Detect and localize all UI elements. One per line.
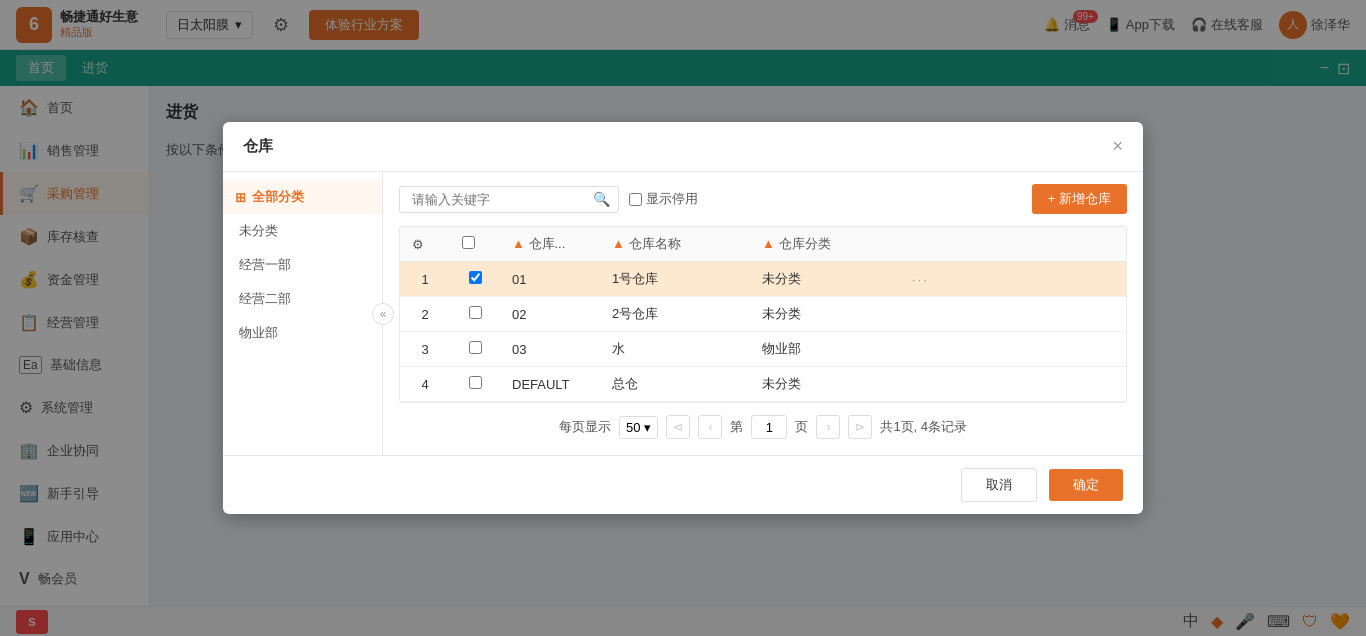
grid-icon: ⊞ xyxy=(235,190,246,205)
row-actions-2[interactable] xyxy=(900,332,1126,367)
last-page-button[interactable]: ⊳ xyxy=(848,415,872,439)
confirm-button[interactable]: 确定 xyxy=(1049,469,1123,501)
category-sidebar: ⊞ 全部分类 未分类 经营一部 经营二部 物业部 « xyxy=(223,172,383,455)
search-box: 🔍 xyxy=(399,186,619,213)
col-checkbox xyxy=(450,227,500,262)
collapse-sidebar-button[interactable]: « xyxy=(372,303,394,325)
row-code-0: 01 xyxy=(500,262,600,297)
modal-overlay: 仓库 × ⊞ 全部分类 未分类 经营一部 经营二部 xyxy=(0,0,1366,636)
row-code-1: 02 xyxy=(500,297,600,332)
prev-page-button[interactable]: ‹ xyxy=(698,415,722,439)
category-item-property[interactable]: 物业部 xyxy=(223,316,382,350)
col-name-header: ▲ 仓库名称 xyxy=(600,227,750,262)
page-total-info: 共1页, 4条记录 xyxy=(880,418,967,436)
row-category-3: 未分类 xyxy=(750,367,900,402)
row-actions-3[interactable] xyxy=(900,367,1126,402)
modal-pagination: 每页显示 50 ▾ ⊲ ‹ 第 页 › ⊳ 共1页, 4条记录 xyxy=(399,403,1127,443)
category-item-unclassified[interactable]: 未分类 xyxy=(223,214,382,248)
warehouse-modal: 仓库 × ⊞ 全部分类 未分类 经营一部 经营二部 xyxy=(223,122,1143,514)
col-actions-header xyxy=(900,227,1126,262)
next-page-button[interactable]: › xyxy=(816,415,840,439)
cancel-button[interactable]: 取消 xyxy=(961,468,1037,502)
warehouse-table: ⚙ ▲ 仓库... ▲ xyxy=(399,226,1127,403)
row-name-3: 总仓 xyxy=(600,367,750,402)
page-prefix-label: 第 xyxy=(730,418,743,436)
col-category-header: ▲ 仓库分类 xyxy=(750,227,900,262)
row-checkbox-3[interactable] xyxy=(450,367,500,402)
modal-toolbar: 🔍 显示停用 + 新增仓库 xyxy=(399,184,1127,214)
row-name-2: 水 xyxy=(600,332,750,367)
row-actions-0[interactable]: ··· xyxy=(900,262,1126,297)
per-page-dropdown-icon: ▾ xyxy=(644,420,651,435)
first-page-button[interactable]: ⊲ xyxy=(666,415,690,439)
show-disabled-label[interactable]: 显示停用 xyxy=(629,190,698,208)
modal-close-button[interactable]: × xyxy=(1112,136,1123,157)
category-item-ops1[interactable]: 经营一部 xyxy=(223,248,382,282)
row-checkbox-2[interactable] xyxy=(450,332,500,367)
col-code-header: ▲ 仓库... xyxy=(500,227,600,262)
table-row: 1 01 1号仓库 未分类 ··· xyxy=(400,262,1126,297)
col-gear: ⚙ xyxy=(400,227,450,262)
row-num-1: 2 xyxy=(400,297,450,332)
show-disabled-checkbox[interactable] xyxy=(629,193,642,206)
row-checkbox-0[interactable] xyxy=(450,262,500,297)
row-category-2: 物业部 xyxy=(750,332,900,367)
search-icon[interactable]: 🔍 xyxy=(593,191,610,207)
row-code-2: 03 xyxy=(500,332,600,367)
all-categories-item[interactable]: ⊞ 全部分类 xyxy=(223,180,382,214)
row-num-2: 3 xyxy=(400,332,450,367)
modal-header: 仓库 × xyxy=(223,122,1143,172)
row-num-0: 1 xyxy=(400,262,450,297)
table-row: 4 DEFAULT 总仓 未分类 xyxy=(400,367,1126,402)
category-item-ops2[interactable]: 经营二部 xyxy=(223,282,382,316)
table-row: 3 03 水 物业部 xyxy=(400,332,1126,367)
select-all-checkbox[interactable] xyxy=(462,236,475,249)
row-category-1: 未分类 xyxy=(750,297,900,332)
modal-title: 仓库 xyxy=(243,137,273,156)
row-actions-1[interactable] xyxy=(900,297,1126,332)
modal-footer: 取消 确定 xyxy=(223,455,1143,514)
table-row: 2 02 2号仓库 未分类 xyxy=(400,297,1126,332)
row-name-1: 2号仓库 xyxy=(600,297,750,332)
search-input[interactable] xyxy=(408,187,593,212)
page-number-input[interactable] xyxy=(751,415,787,439)
row-checkbox-1[interactable] xyxy=(450,297,500,332)
row-name-0: 1号仓库 xyxy=(600,262,750,297)
table-header-row: ⚙ ▲ 仓库... ▲ xyxy=(400,227,1126,262)
add-warehouse-button[interactable]: + 新增仓库 xyxy=(1032,184,1127,214)
page-suffix-label: 页 xyxy=(795,418,808,436)
modal-main-content: 🔍 显示停用 + 新增仓库 ⚙ xyxy=(383,172,1143,455)
row-category-0: 未分类 xyxy=(750,262,900,297)
per-page-select[interactable]: 50 ▾ xyxy=(619,416,658,439)
row-num-3: 4 xyxy=(400,367,450,402)
row-code-3: DEFAULT xyxy=(500,367,600,402)
per-page-label: 每页显示 xyxy=(559,418,611,436)
modal-body: ⊞ 全部分类 未分类 经营一部 经营二部 物业部 « xyxy=(223,172,1143,455)
